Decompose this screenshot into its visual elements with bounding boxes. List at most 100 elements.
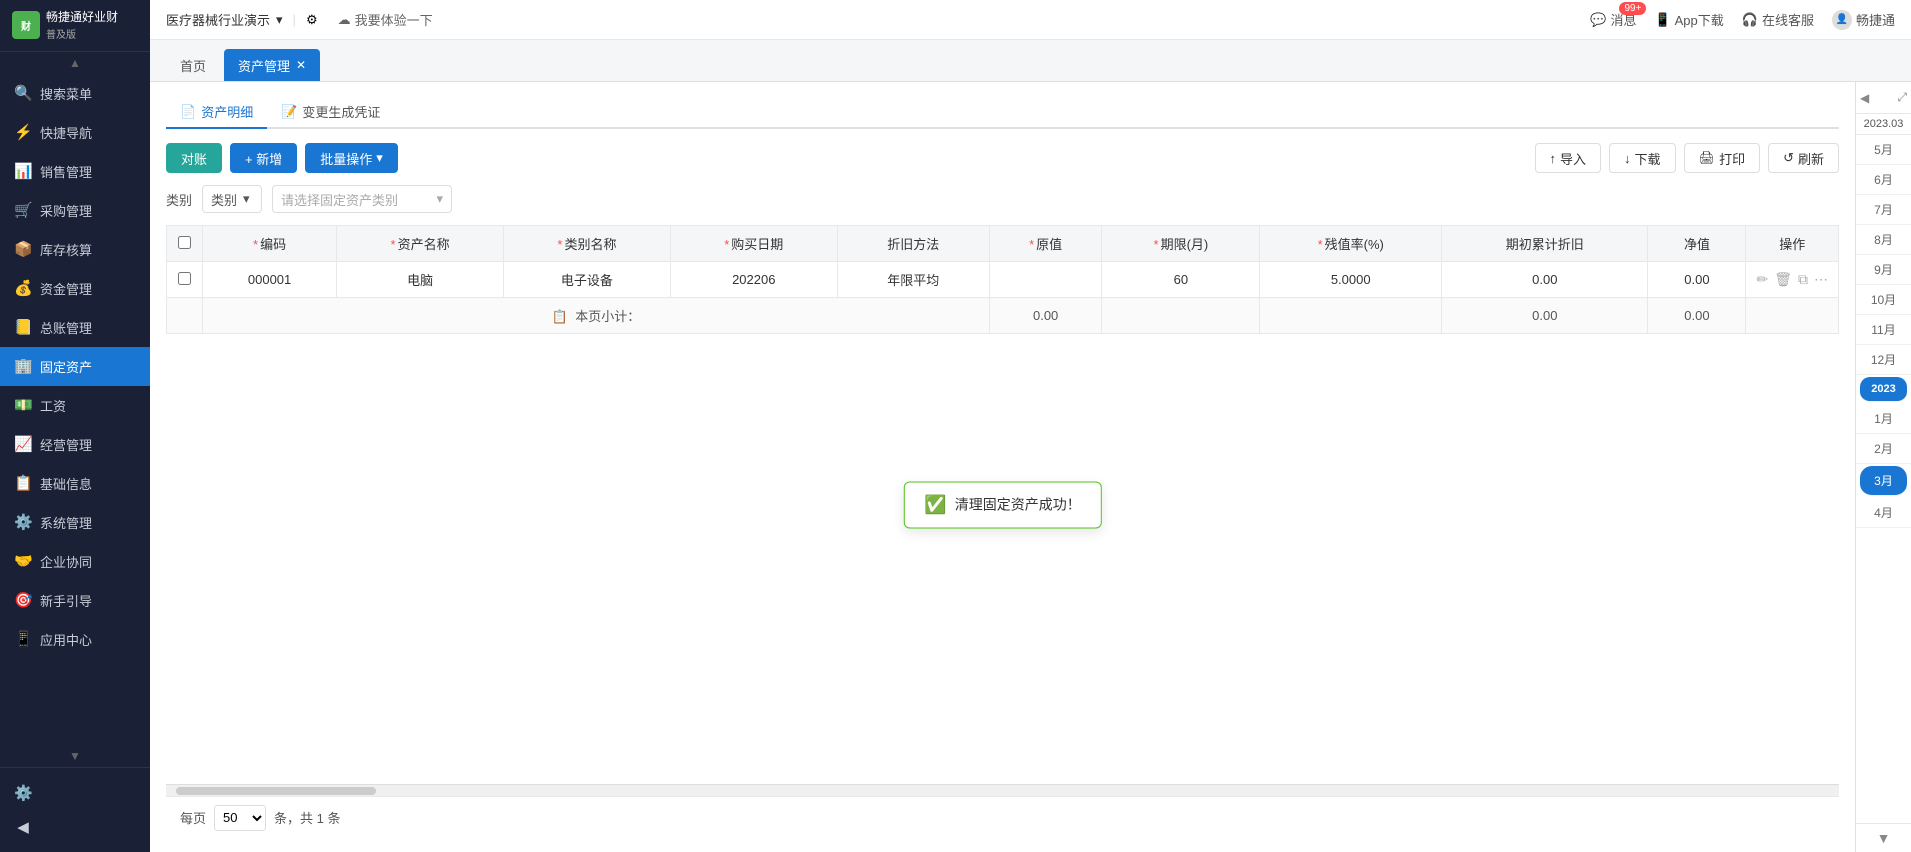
batch-label: 批量操作 [320, 149, 372, 168]
sidebar-item-guide[interactable]: 🎯 新手引导 [0, 581, 150, 620]
delete-icon[interactable]: 🗑 [1774, 271, 1792, 288]
timeline-month-9[interactable]: 9月 [1856, 255, 1911, 285]
sidebar-item-system[interactable]: ⚙️ 系统管理 [0, 503, 150, 542]
app-download-label: App下载 [1675, 10, 1724, 29]
sidebar-item-inventory[interactable]: 📦 库存核算 [0, 230, 150, 269]
tab-close-icon[interactable]: ✕ [296, 58, 306, 72]
sidebar-item-finance[interactable]: 💰 资金管理 [0, 269, 150, 308]
sidebar-item-management[interactable]: 📈 经营管理 [0, 425, 150, 464]
sub-tabs: 📄 资产明细 📝 变更生成凭证 [166, 96, 1839, 129]
logo-icon: 财 [12, 11, 40, 39]
h-scrollbar-thumb[interactable] [176, 787, 376, 795]
cloud-icon: ☁ [338, 12, 351, 28]
inventory-icon: 📦 [14, 240, 32, 258]
td-residual-rate: 5.0000 [1260, 262, 1442, 298]
select-all-checkbox[interactable] [178, 236, 191, 249]
messages-button[interactable]: 💬 消息 99+ [1590, 10, 1636, 29]
user-name: 畅捷通 [1856, 10, 1895, 29]
sidebar-item-label: 总账管理 [40, 318, 92, 337]
refresh-button[interactable]: ↺ 刷新 [1768, 143, 1839, 173]
panel-left-icon[interactable]: ◀ [1860, 91, 1869, 105]
import-button[interactable]: ↑ 导入 [1535, 143, 1602, 173]
row-checkbox[interactable] [178, 272, 191, 285]
category-placeholder: 请选择固定资产类别 [281, 190, 398, 209]
timeline-month-11[interactable]: 11月 [1856, 315, 1911, 345]
print-button[interactable]: 🖨 打印 [1684, 143, 1761, 173]
timeline-month-1[interactable]: 1月 [1856, 404, 1911, 434]
category-type-value: 类别 [211, 190, 237, 209]
category-type-select[interactable]: 类别 ▾ [202, 185, 262, 213]
tab-asset-management[interactable]: 资产管理 ✕ [224, 49, 320, 81]
toast-check-icon: ✅ [924, 494, 946, 515]
sidebar-item-cooperation[interactable]: 🤝 企业协同 [0, 542, 150, 581]
more-icon[interactable]: ⋯ [1814, 271, 1828, 288]
sidebar-item-app-center[interactable]: 📱 应用中心 [0, 620, 150, 659]
settings-button[interactable]: ⚙ [306, 12, 318, 28]
timeline-month-8[interactable]: 8月 [1856, 225, 1911, 255]
right-panel: ◀ ⤢ 2023.03 5月 6月 7月 8月 9月 10月 11月 12月 2… [1855, 82, 1911, 852]
timeline-month-12[interactable]: 12月 [1856, 345, 1911, 375]
download-button[interactable]: ↓ 下载 [1609, 143, 1676, 173]
toolbar: 对账 + 新增 批量操作 ▾ ↑ 导入 ↓ 下载 [166, 143, 1839, 173]
sub-tab-generate-voucher[interactable]: 📝 变更生成凭证 [267, 96, 394, 129]
timeline-month-5[interactable]: 5月 [1856, 135, 1911, 165]
category-value-select[interactable]: 请选择固定资产类别 ▾ [272, 185, 452, 213]
sidebar-scroll-up[interactable]: ▲ [0, 52, 150, 74]
timeline-month-2[interactable]: 2月 [1856, 434, 1911, 464]
subtotal-net-value: 0.00 [1648, 298, 1746, 334]
customer-service-button[interactable]: 🎧 在线客服 [1742, 10, 1814, 29]
sidebar-item-fixed-assets[interactable]: 🏢 固定资产 [0, 347, 150, 386]
voucher-icon: 📝 [281, 104, 297, 120]
refresh-label: 刷新 [1798, 149, 1824, 168]
timeline-month-10[interactable]: 10月 [1856, 285, 1911, 315]
asset-details-icon: 📄 [180, 104, 196, 120]
panel-expand-icon[interactable]: ⤢ [1897, 90, 1907, 105]
per-page-select[interactable]: 50 20 100 [214, 805, 266, 831]
reconcile-button[interactable]: 对账 [166, 143, 222, 173]
sidebar-scroll-down[interactable]: ▼ [0, 745, 150, 767]
sidebar-item-basic-info[interactable]: 📋 基础信息 [0, 464, 150, 503]
timeline-month-6[interactable]: 6月 [1856, 165, 1911, 195]
sidebar-collapse[interactable]: ◀ [0, 810, 150, 844]
sidebar-item-search[interactable]: 🔍 搜索菜单 [0, 74, 150, 113]
td-depreciation-method: 年限平均 [837, 262, 989, 298]
customer-service-label: 在线客服 [1762, 10, 1814, 29]
timeline-month-3-current[interactable]: 3月 [1860, 466, 1907, 496]
sales-icon: 📊 [14, 162, 32, 180]
experience-button[interactable]: ☁ 我要体验一下 [338, 10, 433, 29]
h-scrollbar[interactable] [166, 784, 1839, 796]
th-net-value: 净值 [1648, 226, 1746, 262]
sidebar-item-sales[interactable]: 📊 销售管理 [0, 152, 150, 191]
subtotal-empty4 [1746, 298, 1839, 334]
basic-info-icon: 📋 [14, 474, 32, 492]
copy-icon[interactable]: ⧉ [1798, 271, 1808, 288]
sidebar-settings[interactable]: ⚙️ [0, 776, 150, 810]
batch-button[interactable]: 批量操作 ▾ [305, 143, 398, 173]
td-category: 电子设备 [504, 262, 671, 298]
timeline-month-7[interactable]: 7月 [1856, 195, 1911, 225]
sidebar-bottom: ⚙️ ◀ [0, 767, 150, 852]
th-name: *资产名称 [337, 226, 504, 262]
app-download-button[interactable]: 📱 App下载 [1654, 10, 1723, 29]
tab-home[interactable]: 首页 [166, 49, 220, 81]
th-residual-rate: *残值率(%) [1260, 226, 1442, 262]
panel-scroll-down-icon[interactable]: ▼ [1877, 830, 1891, 846]
per-page-label: 每页 [180, 808, 206, 827]
category-dropdown-icon: ▾ [436, 191, 443, 207]
edit-icon[interactable]: ✏ [1756, 271, 1768, 288]
timeline-year-2023[interactable]: 2023 [1860, 377, 1907, 402]
company-selector[interactable]: 医疗器械行业演示 ▾ [166, 10, 283, 29]
sidebar-item-payroll[interactable]: 💵 工资 [0, 386, 150, 425]
sub-tab-asset-details[interactable]: 📄 资产明细 [166, 96, 267, 129]
sidebar-item-label: 应用中心 [40, 630, 92, 649]
timeline-month-4[interactable]: 4月 [1856, 498, 1911, 528]
sidebar-item-ledger[interactable]: 📒 总账管理 [0, 308, 150, 347]
td-actions: ✏ 🗑 ⧉ ⋯ [1746, 262, 1839, 298]
category-type-dropdown-icon: ▾ [243, 191, 250, 207]
sidebar-item-quick-nav[interactable]: ⚡ 快捷导航 [0, 113, 150, 152]
new-button[interactable]: + 新增 [230, 143, 297, 173]
subtotal-empty [167, 298, 203, 334]
user-menu[interactable]: 👤 畅捷通 [1832, 10, 1895, 30]
topbar-right: 💬 消息 99+ 📱 App下载 🎧 在线客服 👤 畅捷通 [1590, 10, 1895, 30]
sidebar-item-purchase[interactable]: 🛒 采购管理 [0, 191, 150, 230]
